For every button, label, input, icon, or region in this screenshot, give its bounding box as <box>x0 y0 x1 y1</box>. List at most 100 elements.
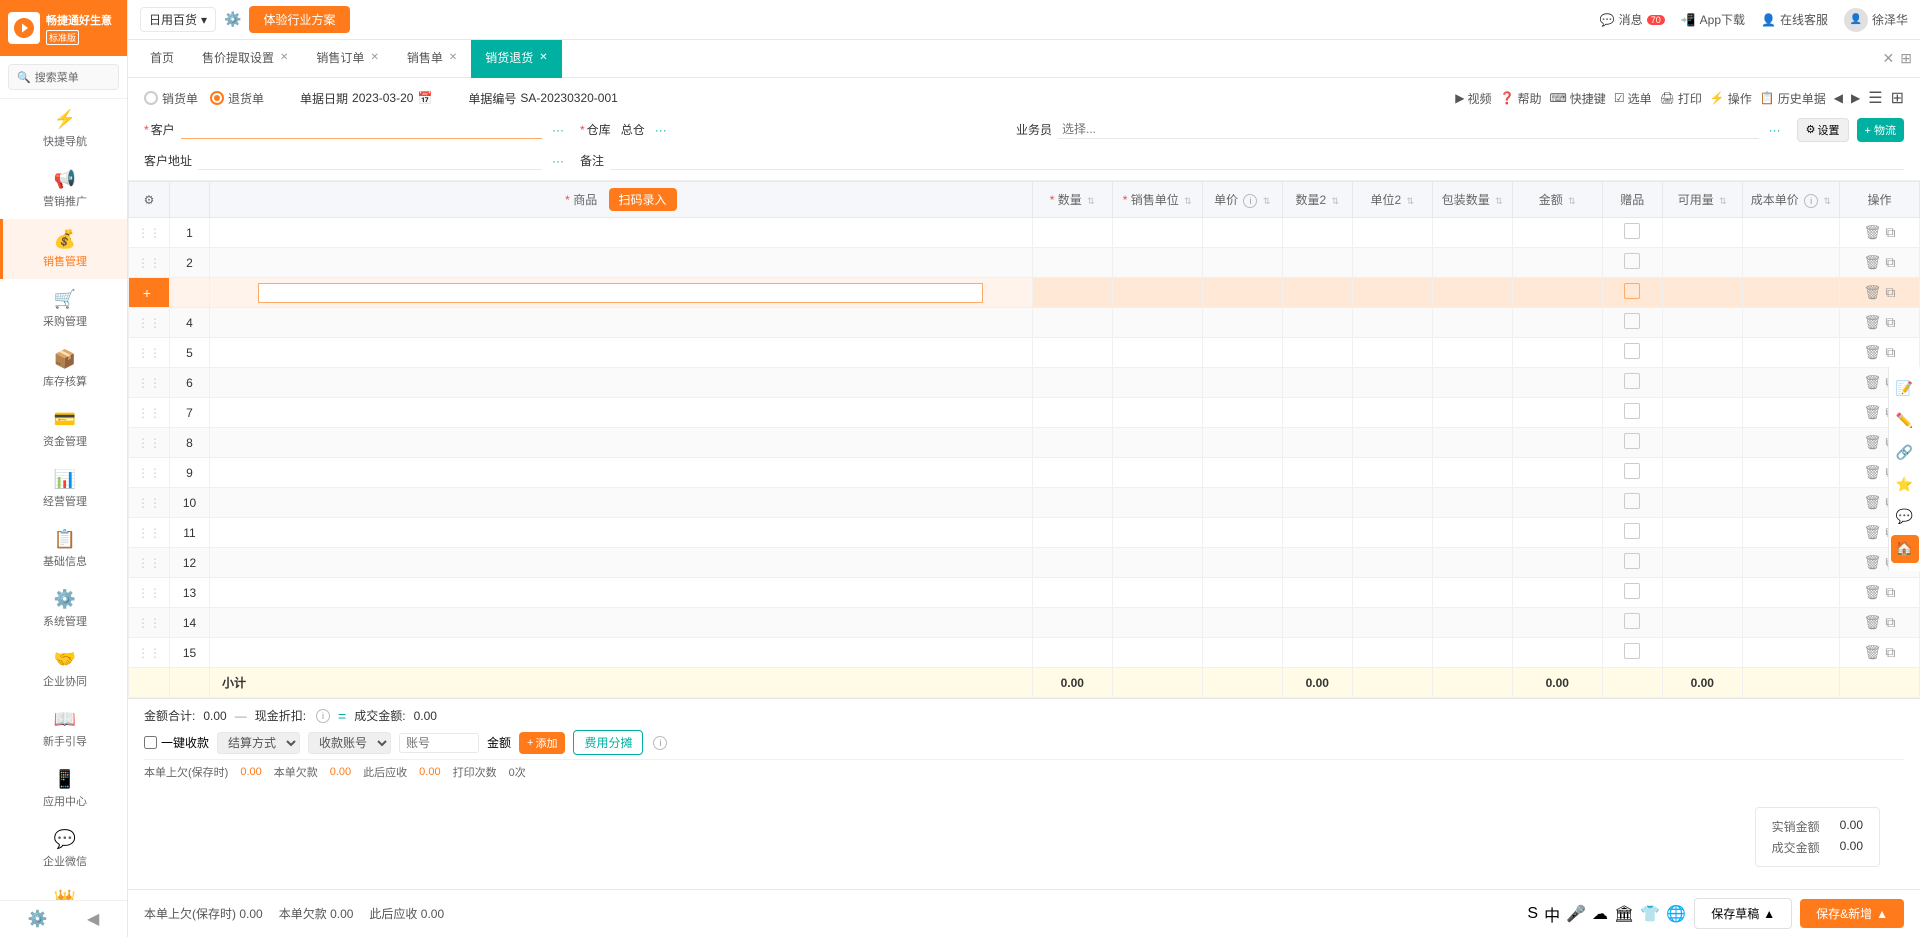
right-icon-1[interactable]: 📝 <box>1891 375 1919 403</box>
gift-checkbox[interactable] <box>1624 583 1640 599</box>
action-print[interactable]: 🖨 打印 <box>1660 90 1702 107</box>
gift-checkbox[interactable] <box>1624 253 1640 269</box>
right-icon-2[interactable]: ✏️ <box>1891 407 1919 435</box>
copy-row-icon[interactable]: ⧉ <box>1885 644 1895 661</box>
delete-row-icon[interactable]: 🗑 <box>1864 344 1882 361</box>
copy-row-icon[interactable]: ⧉ <box>1885 314 1895 331</box>
app-download-button[interactable]: 📲 App下载 <box>1681 11 1745 28</box>
tab-sale-out[interactable]: 销售单 ✕ <box>393 40 471 78</box>
user-profile[interactable]: 👤 徐泽华 <box>1844 8 1908 32</box>
sidebar-item-purchase[interactable]: 🛒 采购管理 <box>0 279 127 339</box>
tool7-icon[interactable]: 🌐 <box>1666 904 1686 924</box>
copy-row-icon[interactable]: ⧉ <box>1885 254 1895 271</box>
logistics-button[interactable]: + 物流 <box>1857 118 1904 142</box>
category-select[interactable]: 日用百货 ▾ <box>140 7 216 32</box>
account-input[interactable] <box>399 733 479 753</box>
radio-return[interactable]: 退货单 <box>210 90 264 107</box>
delete-row-icon[interactable]: 🗑 <box>1864 254 1882 271</box>
tab-expand-icon[interactable]: ⊞ <box>1900 50 1912 67</box>
sidebar-item-sale-mgmt[interactable]: 💰 销售管理 <box>0 219 127 279</box>
delete-row-icon[interactable]: 🗑 <box>1864 614 1882 631</box>
sidebar-item-wechat[interactable]: 💬 企业微信 <box>0 819 127 879</box>
price-info-icon[interactable]: i <box>1243 194 1257 208</box>
trial-button[interactable]: 体验行业方案 <box>249 6 349 33</box>
copy-row-icon[interactable]: ⧉ <box>1885 614 1895 631</box>
tab-close-all-icon[interactable]: ✕ <box>1883 50 1895 67</box>
search-menu-button[interactable]: 🔍 搜索菜单 <box>8 64 119 90</box>
customer-input[interactable] <box>181 120 542 139</box>
gear-col-icon[interactable]: ⚙ <box>144 193 155 207</box>
salesperson-dots[interactable]: ··· <box>1769 123 1781 137</box>
gift-checkbox[interactable] <box>1624 553 1640 569</box>
gift-checkbox[interactable] <box>1624 373 1640 389</box>
expense-info-icon[interactable]: i <box>653 736 667 750</box>
sidebar-item-sys-mgmt[interactable]: ⚙️ 系统管理 <box>0 579 127 639</box>
action-video[interactable]: ▶ 视频 <box>1455 90 1491 107</box>
expense-split-button[interactable]: 费用分摊 <box>573 730 643 755</box>
sidebar-item-quick-nav[interactable]: ⚡ 快捷导航 <box>0 99 127 159</box>
delete-row-icon[interactable]: 🗑 <box>1864 374 1882 391</box>
save-draft-button[interactable]: 保存草稿 ▲ <box>1694 898 1792 929</box>
view-grid-icon[interactable]: ⊞ <box>1891 88 1904 108</box>
copy-row-icon[interactable]: ⧉ <box>1885 224 1895 241</box>
tab-close-sale-return[interactable]: ✕ <box>539 52 547 63</box>
tab-home[interactable]: 首页 <box>136 40 188 78</box>
gift-checkbox[interactable] <box>1624 613 1640 629</box>
sidebar-item-marketing[interactable]: 📢 营销推广 <box>0 159 127 219</box>
cost-info-icon[interactable]: i <box>1804 194 1818 208</box>
radio-sale-out[interactable]: 销货单 <box>144 90 198 107</box>
account-select[interactable]: 收款账号 <box>308 732 391 754</box>
address-input[interactable] <box>198 151 542 170</box>
delete-row-icon[interactable]: 🗑 <box>1864 284 1882 301</box>
save-new-button[interactable]: 保存&新增 ▲ <box>1800 899 1904 928</box>
scan-button[interactable]: 扫码录入 <box>609 188 677 211</box>
cash-discount-info-icon[interactable]: i <box>316 709 330 723</box>
action-select[interactable]: ☑ 选单 <box>1614 90 1652 107</box>
address-dots[interactable]: ··· <box>552 154 564 168</box>
delete-row-icon[interactable]: 🗑 <box>1864 434 1882 451</box>
customer-dots[interactable]: ··· <box>552 123 564 137</box>
tab-sale-order[interactable]: 销售订单 ✕ <box>302 40 392 78</box>
sidebar-item-inventory[interactable]: 📦 库存核算 <box>0 339 127 399</box>
one-click-checkbox[interactable]: 一键收款 <box>144 734 209 751</box>
delete-row-icon[interactable]: 🗑 <box>1864 464 1882 481</box>
gift-checkbox[interactable] <box>1624 313 1640 329</box>
tool2-icon[interactable]: 中 <box>1544 902 1560 926</box>
nav-next-icon[interactable]: ▶ <box>1851 91 1860 105</box>
gift-checkbox[interactable] <box>1624 343 1640 359</box>
settings-bottom-icon[interactable]: ⚙️ <box>28 909 48 929</box>
tool6-icon[interactable]: 👕 <box>1640 904 1660 924</box>
tool3-icon[interactable]: 🎤 <box>1566 904 1586 924</box>
form-settings-button[interactable]: ⚙ 设置 <box>1797 118 1849 142</box>
sidebar-item-finance[interactable]: 💳 资金管理 <box>0 399 127 459</box>
sidebar-item-operations[interactable]: 📊 经营管理 <box>0 459 127 519</box>
tab-close-sale-out[interactable]: ✕ <box>449 52 457 63</box>
message-button[interactable]: 💬 消息 70 <box>1600 11 1665 28</box>
view-list-icon[interactable]: ☰ <box>1868 88 1882 108</box>
right-icon-3[interactable]: 🔗 <box>1891 439 1919 467</box>
delete-row-icon[interactable]: 🗑 <box>1864 404 1882 421</box>
gift-checkbox[interactable] <box>1624 283 1640 299</box>
salesperson-input[interactable] <box>1058 120 1759 139</box>
product-input[interactable] <box>258 283 983 303</box>
copy-row-icon[interactable]: ⧉ <box>1885 344 1895 361</box>
tool4-icon[interactable]: ☁ <box>1592 904 1608 924</box>
sidebar-item-member[interactable]: 👑 畅会员 <box>0 879 127 900</box>
action-operate[interactable]: ⚡ 操作 <box>1710 90 1752 107</box>
gift-checkbox[interactable] <box>1624 403 1640 419</box>
right-icon-4[interactable]: ⭐ <box>1891 471 1919 499</box>
delete-row-icon[interactable]: 🗑 <box>1864 314 1882 331</box>
calc-method-select[interactable]: 结算方式 <box>217 732 300 754</box>
sidebar-item-app-center[interactable]: 📱 应用中心 <box>0 759 127 819</box>
right-icon-6[interactable]: 🏠 <box>1891 535 1919 563</box>
sidebar-item-guide[interactable]: 📖 新手引导 <box>0 699 127 759</box>
delete-row-icon[interactable]: 🗑 <box>1864 494 1882 511</box>
delete-row-icon[interactable]: 🗑 <box>1864 224 1882 241</box>
collapse-icon[interactable]: ◀ <box>87 909 99 929</box>
delete-row-icon[interactable]: 🗑 <box>1864 584 1882 601</box>
tool5-icon[interactable]: 🏛 <box>1614 904 1634 924</box>
gift-checkbox[interactable] <box>1624 523 1640 539</box>
online-service-button[interactable]: 👤 在线客服 <box>1761 11 1828 28</box>
gift-checkbox[interactable] <box>1624 463 1640 479</box>
add-row-icon[interactable]: + <box>137 283 157 303</box>
